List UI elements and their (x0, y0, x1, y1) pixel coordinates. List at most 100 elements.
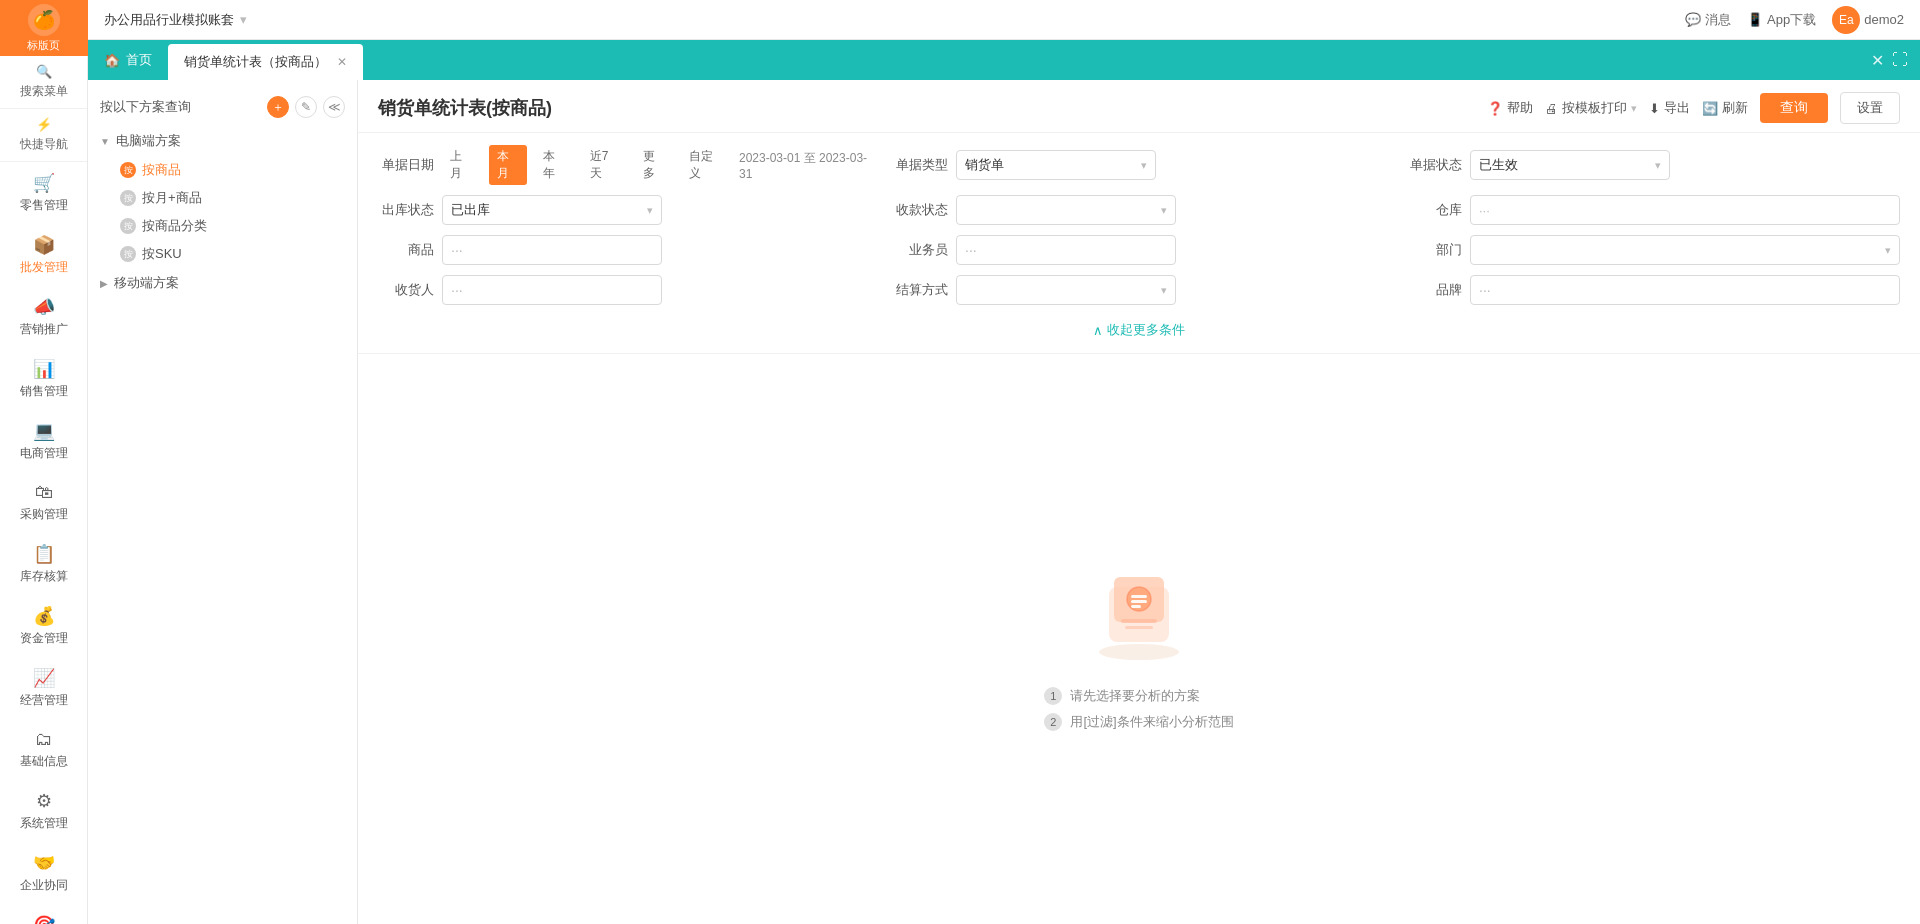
sidebar-search[interactable]: 🔍 搜索菜单 (0, 56, 87, 109)
collapse-panel-btn[interactable]: ≪ (323, 96, 345, 118)
sidebar-item-inventory[interactable]: 📋库存核算 (0, 533, 87, 595)
recvstatus-input[interactable]: ▾ (956, 195, 1176, 225)
salesperson-input[interactable]: ··· (956, 235, 1176, 265)
receiver-input[interactable]: ··· (442, 275, 662, 305)
breadcrumb: 办公用品行业模拟账套 ▾ (104, 11, 1669, 29)
filter-date: 单据日期 上月 本月 本年 近7天 更多 自定义 2023-03-01 至 20… (378, 145, 872, 185)
date-tab-thisyear[interactable]: 本年 (535, 145, 574, 185)
filter-row-4: 收货人 ··· 结算方式 ▾ (378, 275, 1900, 305)
date-tab-lastmonth[interactable]: 上月 (442, 145, 481, 185)
product-dots[interactable]: ··· (451, 242, 463, 258)
type-input[interactable]: 销货单 ▾ (956, 150, 1156, 180)
empty-illustration (1079, 547, 1199, 667)
sidebar-item-basic[interactable]: 🗂 基础信息 (0, 719, 87, 780)
appdownload-btn[interactable]: 📱 App下载 (1747, 11, 1816, 29)
tree-child-bysku[interactable]: 按 按SKU (88, 240, 357, 268)
hint-num-1: 1 (1044, 687, 1062, 705)
sidebar-item-sales[interactable]: 📊销售管理 (0, 348, 87, 410)
filter-status: 单据状态 已生效 ▾ (1406, 150, 1900, 180)
product-input[interactable]: ··· (442, 235, 662, 265)
retail-label: 零售管理 (20, 197, 68, 214)
edit-scheme-btn[interactable]: ✎ (295, 96, 317, 118)
operation-label: 经营管理 (20, 692, 68, 709)
sidebar-item-purchase[interactable]: 🛍采购管理 (0, 472, 87, 533)
sidebar-item-ecom[interactable]: 💻电商管理 (0, 410, 87, 472)
department-input[interactable]: ▾ (1470, 235, 1900, 265)
recvstatus-label: 收款状态 (892, 201, 948, 219)
sidebar-item-finance[interactable]: 💰 资金管理 (0, 595, 87, 657)
date-tab-custom[interactable]: 自定义 (681, 145, 731, 185)
tree-child-bymonth[interactable]: 按 按月+商品 (88, 184, 357, 212)
payment-input[interactable]: ▾ (956, 275, 1176, 305)
tree-mobile-expand-icon: ▶ (100, 278, 108, 289)
brand-label: 品牌 (1406, 281, 1462, 299)
outstatus-input[interactable]: 已出库 ▾ (442, 195, 662, 225)
department-label: 部门 (1406, 241, 1462, 259)
brand-input[interactable]: ··· (1470, 275, 1900, 305)
date-tab-more[interactable]: 更多 (635, 145, 674, 185)
messages-btn[interactable]: 💬 消息 (1685, 11, 1731, 29)
sidebar-item-enterprise[interactable]: 🤝企业协同 (0, 842, 87, 904)
filter-product: 商品 ··· (378, 235, 872, 265)
sidebar-item-retail[interactable]: 🛒零售管理 (0, 162, 87, 224)
add-scheme-btn[interactable]: ＋ (267, 96, 289, 118)
brand-dots[interactable]: ··· (1479, 282, 1491, 298)
svg-rect-9 (1125, 626, 1153, 629)
tree-mobile-parent[interactable]: ▶ 移动端方案 (88, 268, 357, 298)
help-btn[interactable]: ❓ 帮助 (1487, 99, 1533, 117)
salesperson-dots[interactable]: ··· (965, 242, 977, 258)
tree-pc-parent[interactable]: ▼ 电脑端方案 (88, 126, 357, 156)
maximize-icon[interactable]: ⛶ (1892, 51, 1908, 70)
filter-row-1: 单据日期 上月 本月 本年 近7天 更多 自定义 2023-03-01 至 20… (378, 145, 1900, 185)
warehouse-input[interactable]: ··· (1470, 195, 1900, 225)
tree-pc-section: ▼ 电脑端方案 按 按商品 按 按月+商品 按 按商品分类 按 按SKU (88, 126, 357, 268)
status-value: 已生效 (1479, 156, 1518, 174)
empty-hint-1: 1 请先选择要分析的方案 (1044, 687, 1233, 705)
tab-maximize: ✕ ⛶ (1871, 51, 1920, 70)
close-window-icon[interactable]: ✕ (1871, 51, 1884, 70)
breadcrumb-arrow: ▾ (240, 12, 247, 27)
sidebar-logo[interactable]: 🍊 标版页 (0, 0, 88, 56)
tree-child-bycategory[interactable]: 按 按商品分类 (88, 212, 357, 240)
setting-button[interactable]: 设置 (1840, 92, 1900, 124)
basic-label: 基础信息 (20, 753, 68, 770)
finance-label: 资金管理 (20, 630, 68, 647)
query-button[interactable]: 查询 (1760, 93, 1828, 123)
date-tab-7days[interactable]: 近7天 (582, 145, 627, 185)
date-tab-thismonth[interactable]: 本月 (489, 145, 528, 185)
breadcrumb-text: 办公用品行业模拟账套 (104, 11, 234, 29)
sidebar-item-wholesale[interactable]: 📦批发管理 (0, 224, 87, 286)
outstatus-arrow-icon: ▾ (647, 204, 653, 217)
print-btn[interactable]: 🖨 按模板打印 ▾ (1545, 99, 1637, 117)
collapse-btn[interactable]: ∧ 收起更多条件 (1093, 321, 1185, 339)
page-header: 销货单统计表(按商品) ❓ 帮助 🖨 按模板打印 ▾ ⬇ 导出 (358, 80, 1920, 133)
empty-state: 1 请先选择要分析的方案 2 用[过滤]条件来缩小分析范围 (358, 354, 1920, 924)
right-panel: 销货单统计表(按商品) ❓ 帮助 🖨 按模板打印 ▾ ⬇ 导出 (358, 80, 1920, 924)
sidebar-item-marketing[interactable]: 📣营销推广 (0, 286, 87, 348)
sidebar-item-newbie[interactable]: 🎯新手引导 (0, 904, 87, 924)
refresh-btn[interactable]: 🔄 刷新 (1702, 99, 1748, 117)
finance-icon: 💰 (33, 605, 55, 627)
tab-close-icon[interactable]: ✕ (337, 55, 347, 69)
filter-salesperson: 业务员 ··· (892, 235, 1386, 265)
status-input[interactable]: 已生效 ▾ (1470, 150, 1670, 180)
filter-type: 单据类型 销货单 ▾ (892, 150, 1386, 180)
basic-icon: 🗂 (35, 729, 53, 750)
payment-label: 结算方式 (892, 281, 948, 299)
sidebar-item-system[interactable]: ⚙系统管理 (0, 780, 87, 842)
tab-salesreport[interactable]: 销货单统计表（按商品） ✕ (168, 44, 363, 80)
receiver-label: 收货人 (378, 281, 434, 299)
tree-child-byproduct[interactable]: 按 按商品 (88, 156, 357, 184)
sidebar-search-label: 搜索菜单 (20, 83, 68, 100)
user-btn[interactable]: Ea demo2 (1832, 6, 1904, 34)
empty-hint-2: 2 用[过滤]条件来缩小分析范围 (1044, 713, 1233, 731)
ecom-icon: 💻 (33, 420, 55, 442)
wholesale-label: 批发管理 (20, 259, 68, 276)
export-btn[interactable]: ⬇ 导出 (1649, 99, 1690, 117)
sidebar-quicknav[interactable]: ⚡ 快捷导航 (0, 109, 87, 162)
tab-home[interactable]: 🏠 首页 (88, 40, 168, 80)
phone-icon: 📱 (1747, 12, 1763, 27)
sidebar-item-operation[interactable]: 📈经营管理 (0, 657, 87, 719)
search-icon: 🔍 (36, 64, 52, 79)
receiver-dots[interactable]: ··· (451, 282, 463, 298)
